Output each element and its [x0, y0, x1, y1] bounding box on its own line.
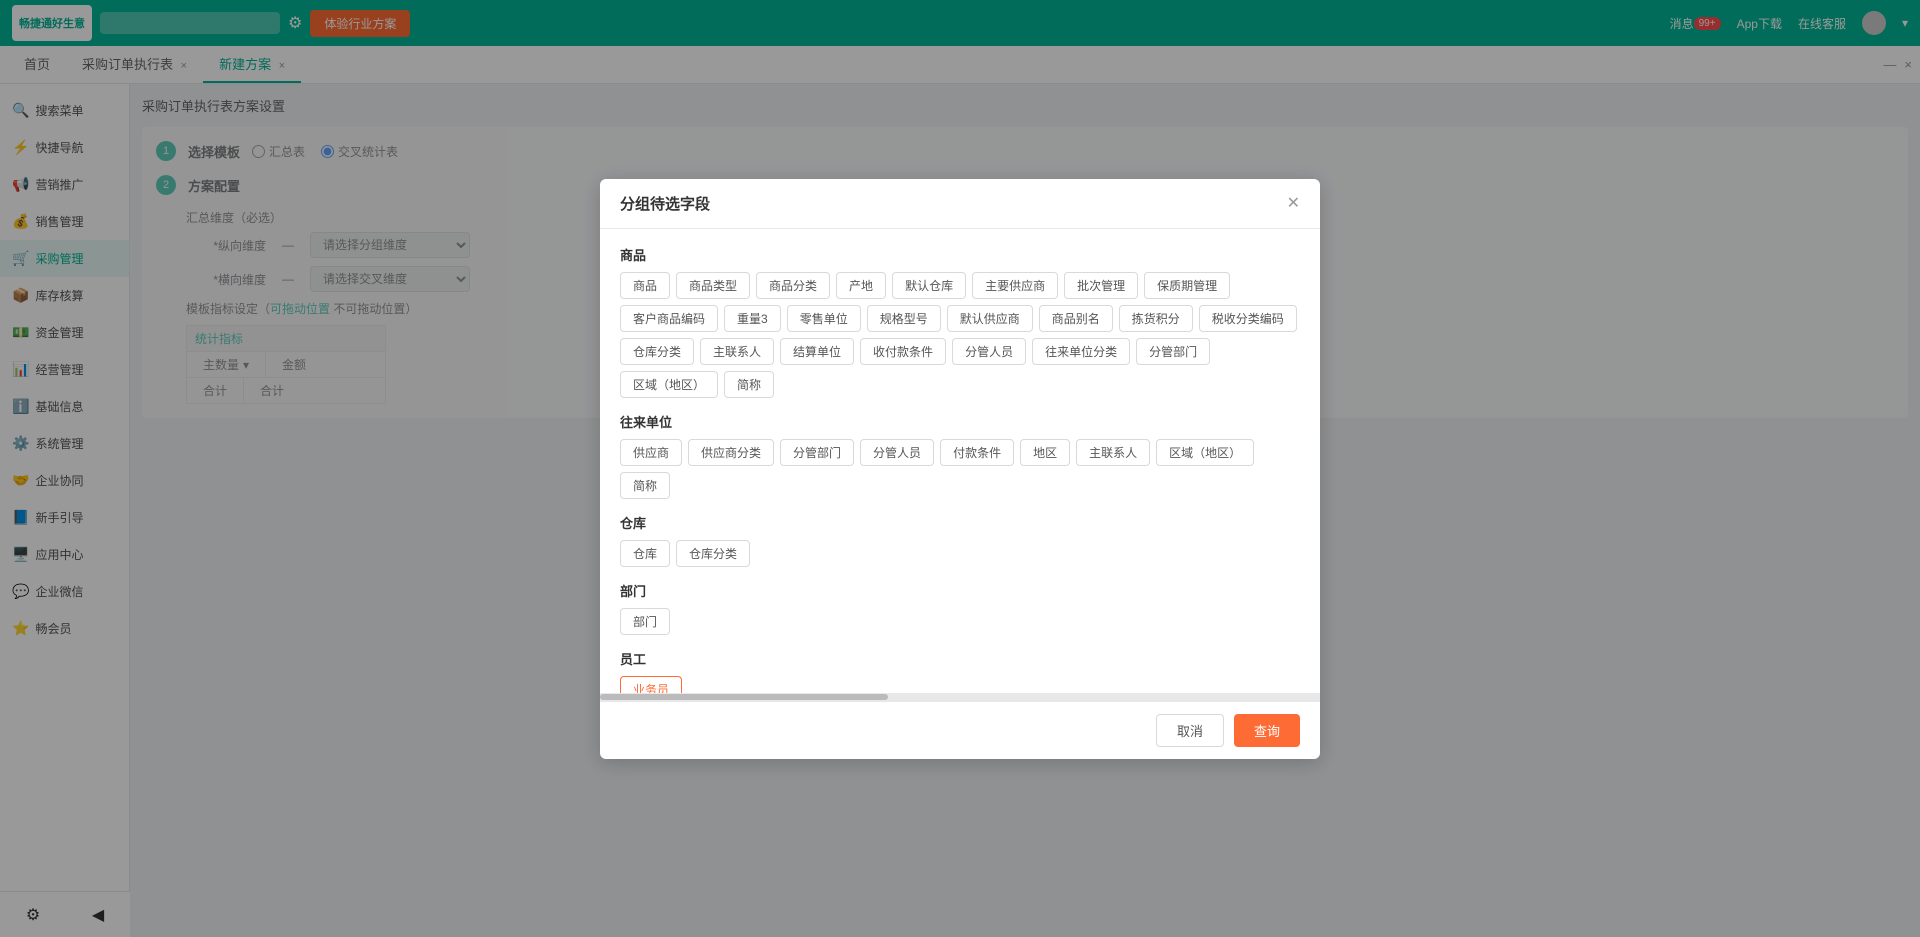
field-customer-code[interactable]: 客户商品编码: [620, 305, 718, 332]
field-warehouse-cat[interactable]: 仓库分类: [676, 540, 750, 567]
confirm-button[interactable]: 查询: [1234, 714, 1300, 747]
goods-field-list: 商品 商品类型 商品分类 产地 默认仓库 主要供应商 批次管理 保质期管理 客户…: [620, 272, 1300, 398]
field-batch-mgmt[interactable]: 批次管理: [1064, 272, 1138, 299]
field-region-goods[interactable]: 区域（地区）: [620, 371, 718, 398]
section-employee: 员工 业务员: [620, 649, 1300, 693]
section-goods: 商品 商品 商品类型 商品分类 产地 默认仓库 主要供应商 批次管理 保质期管理…: [620, 245, 1300, 398]
field-supervisor[interactable]: 分管人员: [952, 338, 1026, 365]
field-origin[interactable]: 产地: [836, 272, 886, 299]
field-partner-supervisor[interactable]: 分管人员: [860, 439, 934, 466]
field-partner-dept[interactable]: 分管部门: [780, 439, 854, 466]
modal-close-button[interactable]: ✕: [1287, 193, 1300, 213]
field-main-supplier[interactable]: 主要供应商: [972, 272, 1058, 299]
employee-field-list: 业务员: [620, 676, 1300, 693]
modal-body: 商品 商品 商品类型 商品分类 产地 默认仓库 主要供应商 批次管理 保质期管理…: [600, 229, 1320, 693]
field-settlement-unit[interactable]: 结算单位: [780, 338, 854, 365]
field-partner-contact[interactable]: 主联系人: [1076, 439, 1150, 466]
field-retail-unit[interactable]: 零售单位: [787, 305, 861, 332]
section-warehouse: 仓库 仓库 仓库分类: [620, 513, 1300, 567]
dept-field-list: 部门: [620, 608, 1300, 635]
modal-overlay[interactable]: 分组待选字段 ✕ 商品 商品 商品类型 商品分类 产地 默认仓库 主要供应商 批…: [0, 0, 1920, 937]
modal-hscroll-thumb[interactable]: [600, 694, 888, 700]
field-region-partner[interactable]: 区域（地区）: [1156, 439, 1254, 466]
field-goods-alias[interactable]: 商品别名: [1039, 305, 1113, 332]
section-employee-title: 员工: [620, 649, 1300, 668]
field-tax-code[interactable]: 税收分类编码: [1199, 305, 1297, 332]
field-abbreviation-partner[interactable]: 简称: [620, 472, 670, 499]
field-supplier-category[interactable]: 供应商分类: [688, 439, 774, 466]
field-area[interactable]: 地区: [1020, 439, 1070, 466]
modal-title: 分组待选字段: [620, 193, 710, 214]
section-department-title: 部门: [620, 581, 1300, 600]
section-warehouse-title: 仓库: [620, 513, 1300, 532]
field-abbreviation-goods[interactable]: 简称: [724, 371, 774, 398]
section-partner-title: 往来单位: [620, 412, 1300, 431]
field-pay-terms[interactable]: 付款条件: [940, 439, 1014, 466]
warehouse-field-list: 仓库 仓库分类: [620, 540, 1300, 567]
field-warehouse-category[interactable]: 仓库分类: [620, 338, 694, 365]
field-goods[interactable]: 商品: [620, 272, 670, 299]
field-partner-category[interactable]: 往来单位分类: [1032, 338, 1130, 365]
field-spec-model[interactable]: 规格型号: [867, 305, 941, 332]
field-default-warehouse[interactable]: 默认仓库: [892, 272, 966, 299]
section-department: 部门 部门: [620, 581, 1300, 635]
modal-header: 分组待选字段 ✕: [600, 179, 1320, 229]
field-goods-category[interactable]: 商品分类: [756, 272, 830, 299]
field-default-supplier[interactable]: 默认供应商: [947, 305, 1033, 332]
field-weight3[interactable]: 重量3: [724, 305, 781, 332]
field-select-modal: 分组待选字段 ✕ 商品 商品 商品类型 商品分类 产地 默认仓库 主要供应商 批…: [600, 179, 1320, 759]
partner-field-list: 供应商 供应商分类 分管部门 分管人员 付款条件 地区 主联系人 区域（地区） …: [620, 439, 1300, 499]
field-expiry-mgmt[interactable]: 保质期管理: [1144, 272, 1230, 299]
section-partner: 往来单位 供应商 供应商分类 分管部门 分管人员 付款条件 地区 主联系人 区域…: [620, 412, 1300, 499]
field-salesperson[interactable]: 业务员: [620, 676, 682, 693]
cancel-button[interactable]: 取消: [1156, 714, 1224, 747]
field-pick-points[interactable]: 拣货积分: [1119, 305, 1193, 332]
section-goods-title: 商品: [620, 245, 1300, 264]
field-dept[interactable]: 分管部门: [1136, 338, 1210, 365]
field-payment-terms[interactable]: 收付款条件: [860, 338, 946, 365]
field-supplier[interactable]: 供应商: [620, 439, 682, 466]
field-department[interactable]: 部门: [620, 608, 670, 635]
field-goods-type[interactable]: 商品类型: [676, 272, 750, 299]
field-main-contact[interactable]: 主联系人: [700, 338, 774, 365]
field-warehouse[interactable]: 仓库: [620, 540, 670, 567]
modal-footer: 取消 查询: [600, 701, 1320, 759]
modal-horizontal-scrollbar[interactable]: [600, 693, 1320, 701]
